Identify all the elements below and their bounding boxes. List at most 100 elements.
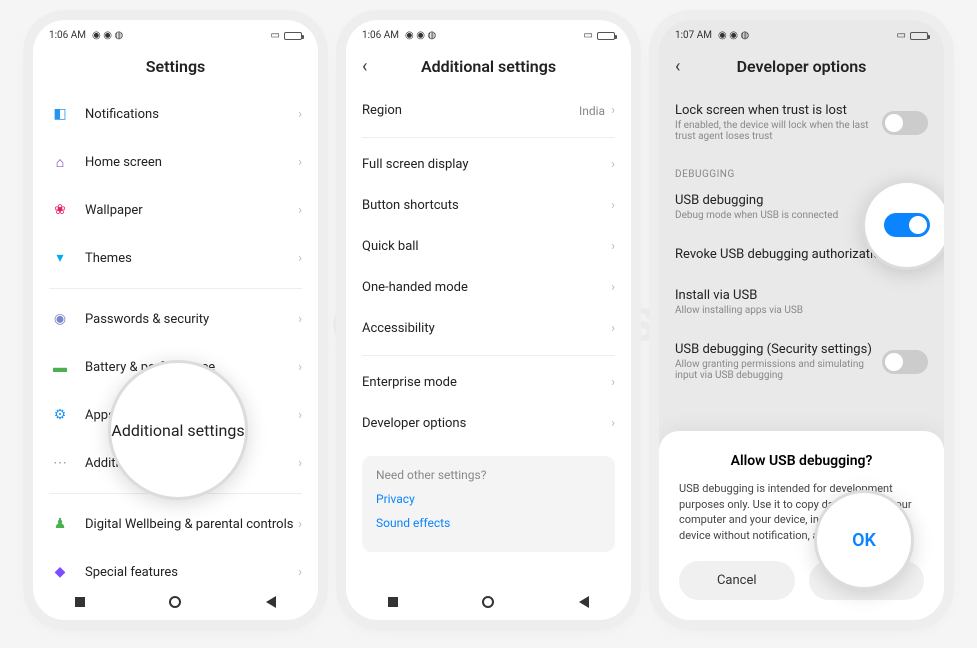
item-digital-wellbeing[interactable]: ♟ Digital Wellbeing & parental controls› xyxy=(49,500,302,548)
trust-toggle[interactable] xyxy=(882,111,928,135)
sub-label: Allow granting permissions and simulatin… xyxy=(675,359,882,381)
header: ‹ Additional settings xyxy=(346,45,631,90)
item-special-features[interactable]: ◆Special features› xyxy=(49,548,302,580)
cellular-icon: ▭ xyxy=(271,30,280,41)
security-toggle[interactable] xyxy=(882,350,928,374)
label: Passwords & security xyxy=(85,312,298,327)
status-time: 1:07 AM xyxy=(675,30,712,41)
item-home-screen[interactable]: ⌂Home screen› xyxy=(49,138,302,186)
usb-debugging-toggle[interactable] xyxy=(884,213,930,237)
status-time: 1:06 AM xyxy=(49,30,86,41)
item-lock-screen-trust[interactable]: Lock screen when trust is lost If enable… xyxy=(675,90,928,155)
item-wallpaper[interactable]: ❀Wallpaper› xyxy=(49,186,302,234)
divider xyxy=(49,288,302,289)
item-region[interactable]: RegionIndia› xyxy=(362,90,615,131)
chevron-right-icon: › xyxy=(298,517,302,532)
nav-home-icon[interactable] xyxy=(482,596,494,608)
chevron-right-icon: › xyxy=(611,280,615,295)
chevron-right-icon: › xyxy=(611,198,615,213)
magnifier-ok: OK xyxy=(814,490,914,590)
chevron-right-icon: › xyxy=(611,375,615,390)
status-icons-left: ◉ ◉ ◍ xyxy=(92,30,123,41)
item-full-screen[interactable]: Full screen display› xyxy=(362,144,615,185)
page-title: Additional settings xyxy=(421,57,556,76)
nav-recents-icon[interactable] xyxy=(75,597,85,607)
value: India xyxy=(579,104,605,118)
back-button[interactable]: ‹ xyxy=(675,56,680,77)
item-usb-debugging-security[interactable]: USB debugging (Security settings) Allow … xyxy=(675,329,928,394)
themes-icon: ▾ xyxy=(49,247,71,269)
battery-icon xyxy=(597,32,615,40)
chevron-right-icon: › xyxy=(611,321,615,336)
item-themes[interactable]: ▾Themes› xyxy=(49,234,302,282)
item-quickball[interactable]: Quick ball› xyxy=(362,226,615,267)
battery-icon xyxy=(910,32,928,40)
chevron-right-icon: › xyxy=(298,251,302,266)
sub-label: Allow installing apps via USB xyxy=(675,305,928,316)
item-one-handed[interactable]: One-handed mode› xyxy=(362,267,615,308)
item-install-via-usb[interactable]: Install via USB Allow installing apps vi… xyxy=(675,275,928,329)
chevron-right-icon: › xyxy=(298,456,302,471)
notifications-icon: ◧ xyxy=(49,103,71,125)
help-link-sound[interactable]: Sound effects xyxy=(376,516,601,530)
ok-text: OK xyxy=(852,530,876,551)
security-icon: ◉ xyxy=(49,308,71,330)
chevron-right-icon: › xyxy=(298,408,302,423)
status-bar: 1:06 AM ◉ ◉ ◍ ▭ xyxy=(33,20,318,45)
additional-settings-list: RegionIndia› Full screen display› Button… xyxy=(346,90,631,580)
item-developer-options[interactable]: Developer options› xyxy=(362,403,615,444)
label: Enterprise mode xyxy=(362,375,611,390)
chevron-right-icon: › xyxy=(611,416,615,431)
label: Full screen display xyxy=(362,157,611,172)
magnifier-highlight: Additional settings xyxy=(108,360,248,500)
item-enterprise[interactable]: Enterprise mode› xyxy=(362,362,615,403)
label: Install via USB xyxy=(675,288,928,303)
special-icon: ◆ xyxy=(49,561,71,580)
magnified-text: Additional settings xyxy=(111,421,244,440)
page-title: Settings xyxy=(146,57,206,76)
status-time: 1:06 AM xyxy=(362,30,399,41)
header: Settings xyxy=(33,45,318,90)
chevron-right-icon: › xyxy=(298,155,302,170)
item-accessibility[interactable]: Accessibility› xyxy=(362,308,615,349)
wellbeing-icon: ♟ xyxy=(49,513,71,535)
help-link-privacy[interactable]: Privacy xyxy=(376,492,601,506)
label: Special features xyxy=(85,565,298,580)
section-debugging: DEBUGGING xyxy=(675,155,928,180)
item-passwords-security[interactable]: ◉Passwords & security› xyxy=(49,295,302,343)
cellular-icon: ▭ xyxy=(584,30,593,41)
settings-list: ◧Notifications› ⌂Home screen› ❀Wallpaper… xyxy=(33,90,318,580)
nav-bar xyxy=(33,584,318,620)
page-title: Developer options xyxy=(737,57,867,76)
status-bar: 1:07 AM◉ ◉ ◍ ▭ xyxy=(659,20,944,45)
label: Button shortcuts xyxy=(362,198,611,213)
label: Developer options xyxy=(362,416,611,431)
chevron-right-icon: › xyxy=(611,239,615,254)
item-button-shortcuts[interactable]: Button shortcuts› xyxy=(362,185,615,226)
nav-recents-icon[interactable] xyxy=(388,597,398,607)
cancel-button[interactable]: Cancel xyxy=(679,561,795,600)
chevron-right-icon: › xyxy=(298,360,302,375)
item-notifications[interactable]: ◧ Notifications› xyxy=(49,90,302,138)
more-icon: ⋯ xyxy=(49,452,71,474)
help-question: Need other settings? xyxy=(376,468,601,482)
dialog-title: Allow USB debugging? xyxy=(679,453,924,469)
chevron-right-icon: › xyxy=(298,107,302,122)
label: Quick ball xyxy=(362,239,611,254)
magnifier-toggle xyxy=(862,180,944,270)
label: Region xyxy=(362,103,579,118)
nav-back-icon[interactable] xyxy=(266,596,276,608)
wallpaper-icon: ❀ xyxy=(49,199,71,221)
label: Notifications xyxy=(85,107,298,122)
back-button[interactable]: ‹ xyxy=(362,56,367,77)
home-icon: ⌂ xyxy=(49,151,71,173)
nav-home-icon[interactable] xyxy=(169,596,181,608)
divider xyxy=(362,355,615,356)
cellular-icon: ▭ xyxy=(897,30,906,41)
phone-settings: 1:06 AM◉ ◉ ◍ ▭ Settings ◧Notifications› … xyxy=(33,20,318,620)
label: One-handed mode xyxy=(362,280,611,295)
nav-back-icon[interactable] xyxy=(579,596,589,608)
chevron-right-icon: › xyxy=(298,203,302,218)
phone-developer-options: 1:07 AM◉ ◉ ◍ ▭ ‹ Developer options Lock … xyxy=(659,20,944,620)
label: Digital Wellbeing & parental controls xyxy=(85,517,298,532)
